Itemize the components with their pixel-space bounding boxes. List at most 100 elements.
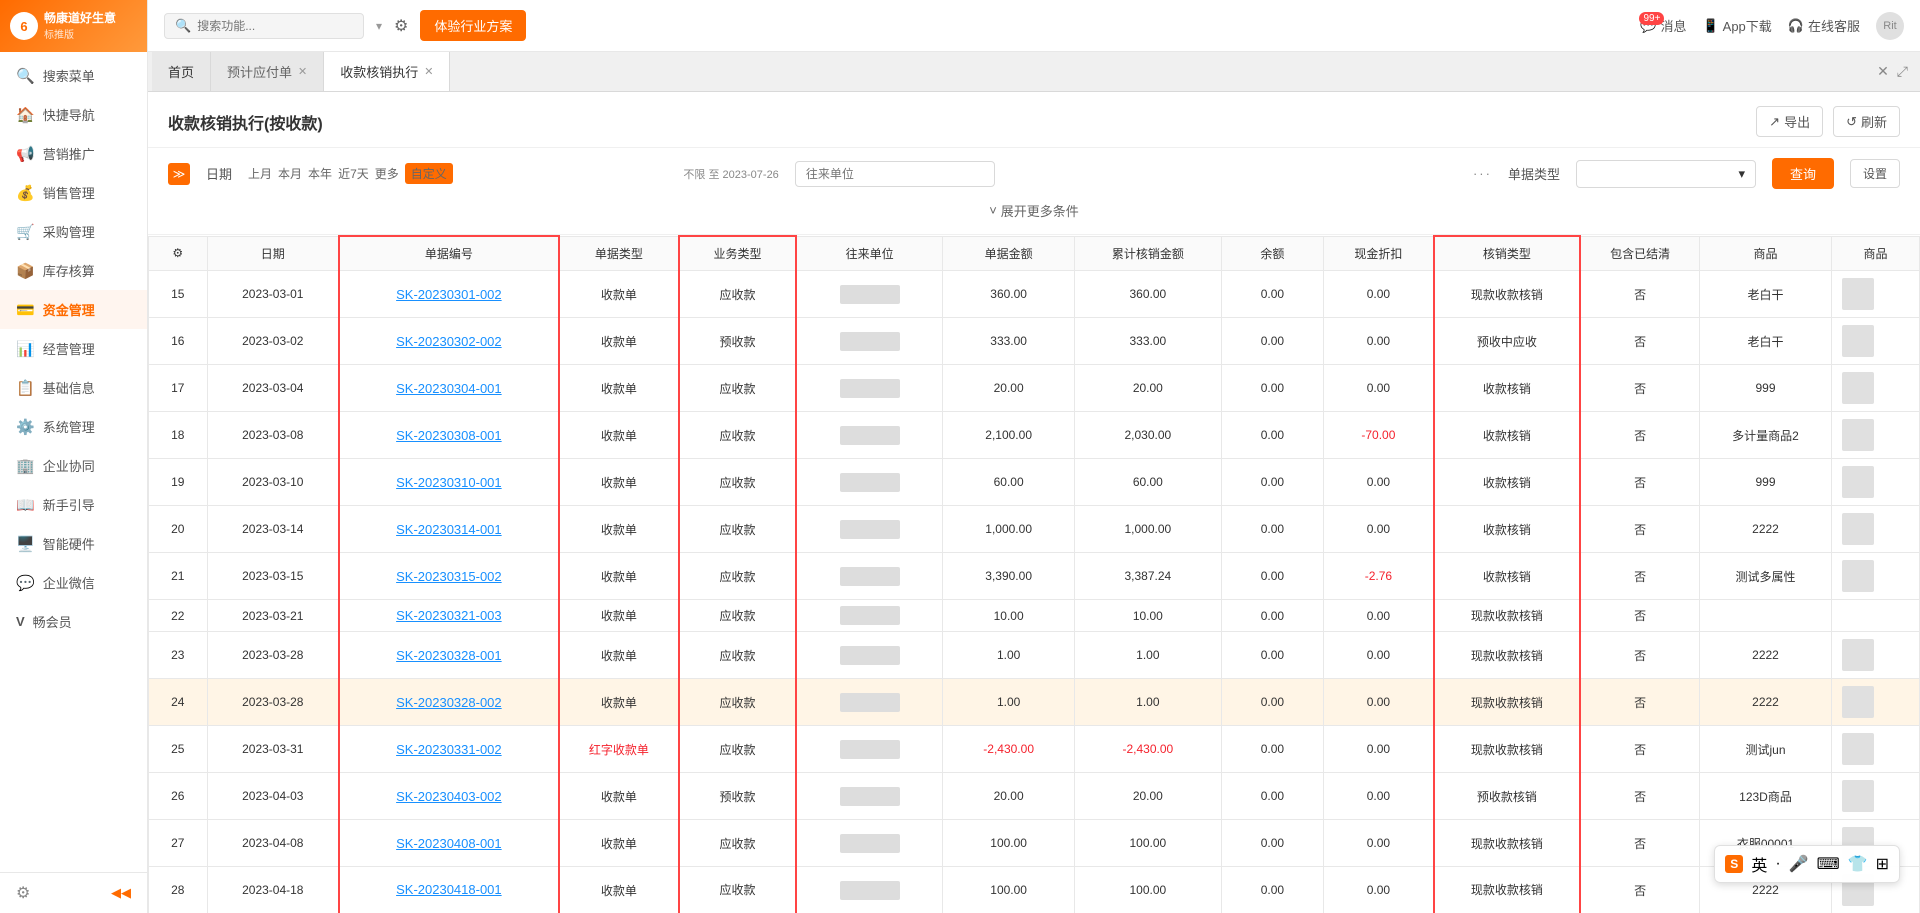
- close-window-icon[interactable]: ✕: [1877, 63, 1889, 80]
- billno-link[interactable]: SK-20230328-002: [396, 695, 502, 710]
- filter-expand-row[interactable]: ˅ 展开更多条件: [168, 201, 1900, 220]
- cell-amount: 100.00: [943, 820, 1075, 867]
- billno-link[interactable]: SK-20230331-002: [396, 742, 502, 757]
- ime-grid-icon[interactable]: ⊞: [1876, 854, 1889, 874]
- topbar-search-box[interactable]: 🔍: [164, 13, 364, 39]
- billno-link[interactable]: SK-20230328-001: [396, 648, 502, 663]
- billno-link[interactable]: SK-20230314-001: [396, 522, 502, 537]
- table-row: 17 2023-03-04 SK-20230304-001 收款单 应收款 **…: [149, 365, 1920, 412]
- cell-no: 19: [149, 459, 208, 506]
- bill-type-select[interactable]: ▾: [1576, 160, 1756, 188]
- sidebar-item-finance[interactable]: 💳 资金管理: [0, 290, 147, 329]
- cell-amount: 2,100.00: [943, 412, 1075, 459]
- dropdown-chevron-icon[interactable]: ▾: [376, 19, 382, 33]
- cell-billno: SK-20230331-002: [339, 726, 559, 773]
- cell-partner: ****: [796, 773, 943, 820]
- cell-date: 2023-03-31: [207, 726, 339, 773]
- tab-prepay[interactable]: 预计应付单 ✕: [211, 52, 324, 91]
- industry-btn[interactable]: 体验行业方案: [420, 10, 526, 41]
- tab-collection[interactable]: 收款核销执行 ✕: [324, 52, 450, 91]
- export-btn[interactable]: ↗ 导出: [1756, 106, 1823, 137]
- cell-goods2: [1831, 726, 1919, 773]
- billno-link[interactable]: SK-20230310-001: [396, 475, 502, 490]
- query-btn[interactable]: 查询: [1772, 158, 1834, 189]
- sidebar-item-label: 库存核算: [43, 261, 95, 280]
- date-opt-lastmonth[interactable]: 上月: [248, 165, 272, 182]
- sidebar-item-purchase[interactable]: 🛒 采购管理: [0, 212, 147, 251]
- cell-balance: 0.00: [1221, 553, 1324, 600]
- billno-link[interactable]: SK-20230315-002: [396, 569, 502, 584]
- sidebar-item-guide[interactable]: 📖 新手引导: [0, 485, 147, 524]
- cell-cashdis: 0.00: [1324, 271, 1434, 318]
- partner-input[interactable]: [795, 161, 995, 187]
- cell-cumamt: 360.00: [1075, 271, 1222, 318]
- sidebar-item-quicknav[interactable]: 🏠 快捷导航: [0, 95, 147, 134]
- cell-cumamt: 3,387.24: [1075, 553, 1222, 600]
- sidebar-item-label: 快捷导航: [43, 105, 95, 124]
- cell-incl: 否: [1580, 820, 1699, 867]
- cell-goods2: [1831, 553, 1919, 600]
- sidebar-item-system[interactable]: ⚙️ 系统管理: [0, 407, 147, 446]
- th-vertype: 核销类型: [1434, 236, 1581, 271]
- ime-keyboard-icon[interactable]: ⌨: [1817, 854, 1840, 874]
- ime-skin-icon[interactable]: 👕: [1848, 854, 1868, 874]
- cell-no: 27: [149, 820, 208, 867]
- tab-close-collection[interactable]: ✕: [424, 65, 433, 78]
- billno-link[interactable]: SK-20230308-001: [396, 428, 502, 443]
- search-icon: 🔍: [175, 18, 191, 34]
- online-service-action[interactable]: 🎧 在线客服: [1788, 16, 1860, 35]
- gear-icon[interactable]: ⚙: [394, 16, 408, 36]
- sidebar-item-enterprise[interactable]: 🏢 企业协同: [0, 446, 147, 485]
- billno-link[interactable]: SK-20230418-001: [396, 882, 502, 897]
- settings-filter-btn[interactable]: 设置: [1850, 159, 1900, 188]
- ime-mic-icon[interactable]: 🎤: [1789, 854, 1809, 874]
- message-action[interactable]: 💬 99+ 消息: [1640, 16, 1686, 35]
- sidebar-item-wechat[interactable]: 💬 企业微信: [0, 563, 147, 602]
- ime-item-dot[interactable]: ·: [1775, 855, 1780, 873]
- date-custom-badge[interactable]: 自定义: [405, 163, 453, 184]
- sidebar-collapse-btn[interactable]: ◀◀: [111, 885, 131, 901]
- ime-item-lang[interactable]: 英: [1751, 852, 1767, 876]
- sidebar-item-inventory[interactable]: 📦 库存核算: [0, 251, 147, 290]
- th-biztype: 业务类型: [679, 236, 796, 271]
- date-opt-more[interactable]: 更多: [375, 165, 399, 182]
- billno-link[interactable]: SK-20230301-002: [396, 287, 502, 302]
- expand-window-icon[interactable]: ⤢: [1897, 63, 1908, 80]
- bill-type-label: 单据类型: [1508, 164, 1560, 183]
- filter-collapse-btn[interactable]: ≫: [168, 163, 190, 185]
- cell-cashdis: 0.00: [1324, 726, 1434, 773]
- sidebar-item-sales[interactable]: 💰 销售管理: [0, 173, 147, 212]
- billno-link[interactable]: SK-20230304-001: [396, 381, 502, 396]
- cell-billno: SK-20230310-001: [339, 459, 559, 506]
- app-download-action[interactable]: 📱 App下载: [1702, 16, 1771, 35]
- date-opt-7days[interactable]: 近7天: [338, 165, 369, 182]
- sidebar-item-marketing[interactable]: 📢 营销推广: [0, 134, 147, 173]
- cell-biztype: 应收款: [679, 412, 796, 459]
- cell-billno: SK-20230315-002: [339, 553, 559, 600]
- search-icon: 🔍: [16, 67, 35, 85]
- refresh-btn[interactable]: ↺ 刷新: [1833, 106, 1900, 137]
- date-opt-thismonth[interactable]: 本月: [278, 165, 302, 182]
- billno-link[interactable]: SK-20230408-001: [396, 836, 502, 851]
- sidebar-item-member[interactable]: V 畅会员: [0, 602, 147, 641]
- sidebar-item-search[interactable]: 🔍 搜索菜单: [0, 56, 147, 95]
- tab-close-prepay[interactable]: ✕: [298, 65, 307, 78]
- cell-goods: 老白干: [1700, 318, 1832, 365]
- cell-date: 2023-03-14: [207, 506, 339, 553]
- settings-icon[interactable]: ⚙: [16, 883, 30, 903]
- search-input[interactable]: [197, 19, 337, 33]
- billno-link[interactable]: SK-20230403-002: [396, 789, 502, 804]
- table-container[interactable]: ⚙ 日期 单据编号 单据类型 业务类型 往来单位 单据金额 累计核销金额 余额 …: [148, 235, 1920, 913]
- billno-link[interactable]: SK-20230302-002: [396, 334, 502, 349]
- date-opt-thisyear[interactable]: 本年: [308, 165, 332, 182]
- cell-biztype: 应收款: [679, 600, 796, 632]
- topbar: 🔍 ▾ ⚙ 体验行业方案 💬 99+ 消息 📱 App下载 🎧 在线客服: [148, 0, 1920, 52]
- sidebar-item-hardware[interactable]: 🖥️ 智能硬件: [0, 524, 147, 563]
- cell-date: 2023-03-28: [207, 679, 339, 726]
- user-avatar[interactable]: Rit: [1876, 12, 1904, 40]
- tab-home[interactable]: 首页: [152, 52, 211, 91]
- sidebar-item-basic[interactable]: 📋 基础信息: [0, 368, 147, 407]
- sidebar-item-operation[interactable]: 📊 经营管理: [0, 329, 147, 368]
- billno-link[interactable]: SK-20230321-003: [396, 608, 502, 623]
- sales-icon: 💰: [16, 184, 35, 202]
